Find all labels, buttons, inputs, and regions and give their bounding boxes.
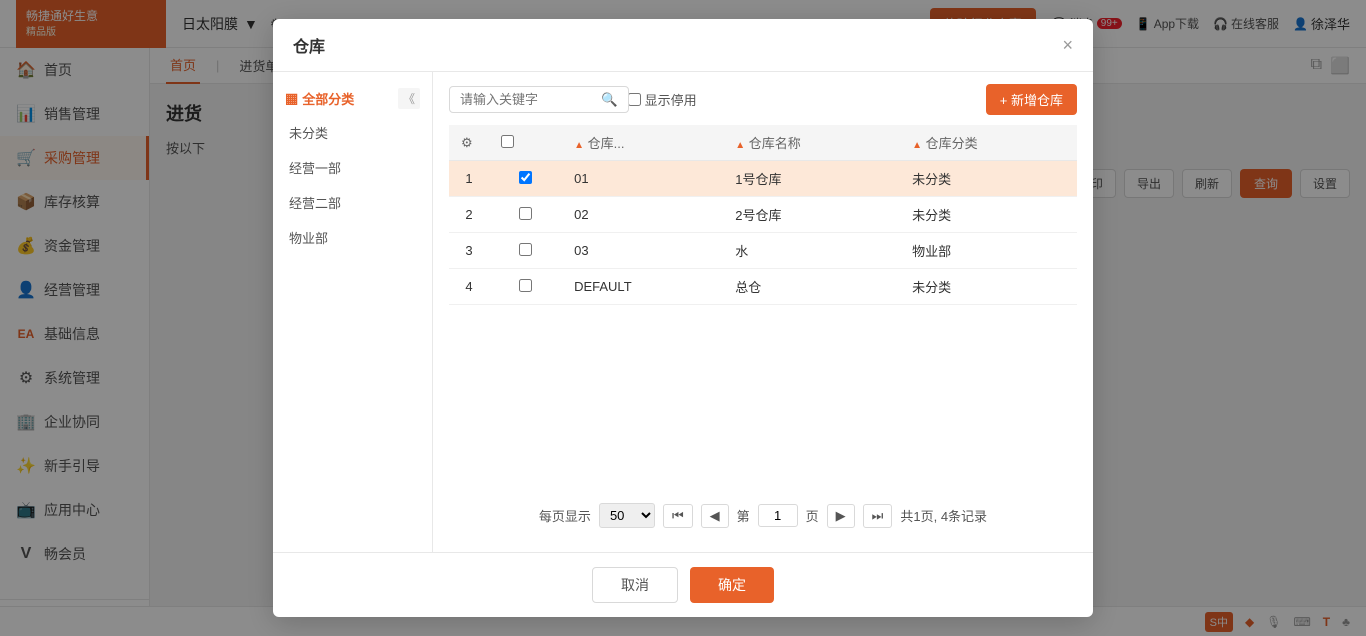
row-checkbox[interactable] xyxy=(489,197,562,233)
modal-footer: 取消 确定 xyxy=(273,552,1093,617)
sort-icon-cat: ▲ xyxy=(912,140,922,151)
warehouse-table: ⚙ ▲ 仓库... ▲ 仓库名称 xyxy=(449,125,1077,305)
row-name: 2号仓库 xyxy=(723,197,900,233)
row-code: 01 xyxy=(562,161,723,197)
page-di-label: 第 xyxy=(737,506,750,525)
table-row[interactable]: 1 01 1号仓库 未分类 xyxy=(449,161,1077,197)
th-settings: ⚙ xyxy=(449,125,489,161)
category-header[interactable]: ▦ 全部分类 《 xyxy=(273,82,432,115)
row-code: 03 xyxy=(562,233,723,269)
first-page-btn[interactable]: ⏮ xyxy=(663,504,693,528)
page-size-select[interactable]: 50 10 20 100 xyxy=(599,503,655,528)
add-warehouse-btn[interactable]: + 新增仓库 xyxy=(986,84,1077,115)
row-index: 3 xyxy=(449,233,489,269)
row-name: 1号仓库 xyxy=(723,161,900,197)
modal-body: ▦ 全部分类 《 未分类 经营一部 经营二部 物业部 🔍 显示停用 xyxy=(273,72,1093,552)
category-item-ops1[interactable]: 经营一部 xyxy=(273,150,432,185)
table-body: 1 01 1号仓库 未分类 2 02 2号仓库 未分类 3 xyxy=(449,161,1077,305)
row-index: 4 xyxy=(449,269,489,305)
pagination: 每页显示 50 10 20 100 ⏮ ◀ 第 页 ▶ ⏭ 共1页, 4条记录 xyxy=(449,491,1077,540)
sort-icon-code: ▲ xyxy=(574,140,584,151)
category-header-label: 全部分类 xyxy=(302,89,354,108)
cancel-btn[interactable]: 取消 xyxy=(592,567,678,603)
table-header: ⚙ ▲ 仓库... ▲ 仓库名称 xyxy=(449,125,1077,161)
row-code: 02 xyxy=(562,197,723,233)
page-size-label: 每页显示 xyxy=(539,506,591,525)
th-gear-icon: ⚙ xyxy=(461,135,473,150)
th-name[interactable]: ▲ 仓库名称 xyxy=(723,125,900,161)
row-checkbox[interactable] xyxy=(489,233,562,269)
grid-icon: ▦ xyxy=(285,90,298,107)
select-all-checkbox[interactable] xyxy=(501,135,514,148)
page-summary: 共1页, 4条记录 xyxy=(900,506,987,525)
th-code[interactable]: ▲ 仓库... xyxy=(562,125,723,161)
last-page-btn[interactable]: ⏭ xyxy=(863,504,893,528)
category-item-property[interactable]: 物业部 xyxy=(273,220,432,255)
th-category[interactable]: ▲ 仓库分类 xyxy=(900,125,1077,161)
row-category: 物业部 xyxy=(900,233,1077,269)
row-index: 2 xyxy=(449,197,489,233)
row-name: 水 xyxy=(723,233,900,269)
table-toolbar: 🔍 显示停用 + 新增仓库 xyxy=(449,84,1077,115)
current-page-input[interactable] xyxy=(758,504,798,527)
sort-icon-name: ▲ xyxy=(735,140,745,151)
page-label: 页 xyxy=(806,506,819,525)
row-checkbox[interactable] xyxy=(489,161,562,197)
show-disabled-label[interactable]: 显示停用 xyxy=(628,90,697,109)
next-page-btn[interactable]: ▶ xyxy=(827,504,855,528)
prev-page-btn[interactable]: ◀ xyxy=(701,504,729,528)
row-category: 未分类 xyxy=(900,269,1077,305)
show-disabled-checkbox[interactable] xyxy=(628,93,641,106)
category-item-ops2[interactable]: 经营二部 xyxy=(273,185,432,220)
th-checkbox xyxy=(489,125,562,161)
table-row[interactable]: 3 03 水 物业部 xyxy=(449,233,1077,269)
row-checkbox[interactable] xyxy=(489,269,562,305)
warehouse-modal: 仓库 × ▦ 全部分类 《 未分类 经营一部 经营二部 物业部 🔍 xyxy=(273,19,1093,617)
collapse-btn[interactable]: 《 xyxy=(398,88,420,109)
row-category: 未分类 xyxy=(900,161,1077,197)
table-row[interactable]: 2 02 2号仓库 未分类 xyxy=(449,197,1077,233)
category-item-uncategorized[interactable]: 未分类 xyxy=(273,115,432,150)
category-panel: ▦ 全部分类 《 未分类 经营一部 经营二部 物业部 xyxy=(273,72,433,552)
modal-close-btn[interactable]: × xyxy=(1062,35,1073,56)
row-index: 1 xyxy=(449,161,489,197)
search-button[interactable]: 🔍 xyxy=(601,92,618,108)
row-code: DEFAULT xyxy=(562,269,723,305)
modal-title: 仓库 xyxy=(293,33,325,57)
row-name: 总仓 xyxy=(723,269,900,305)
row-category: 未分类 xyxy=(900,197,1077,233)
table-panel: 🔍 显示停用 + 新增仓库 ⚙ xyxy=(433,72,1093,552)
modal-header: 仓库 × xyxy=(273,19,1093,72)
confirm-btn[interactable]: 确定 xyxy=(690,567,774,603)
table-row[interactable]: 4 DEFAULT 总仓 未分类 xyxy=(449,269,1077,305)
